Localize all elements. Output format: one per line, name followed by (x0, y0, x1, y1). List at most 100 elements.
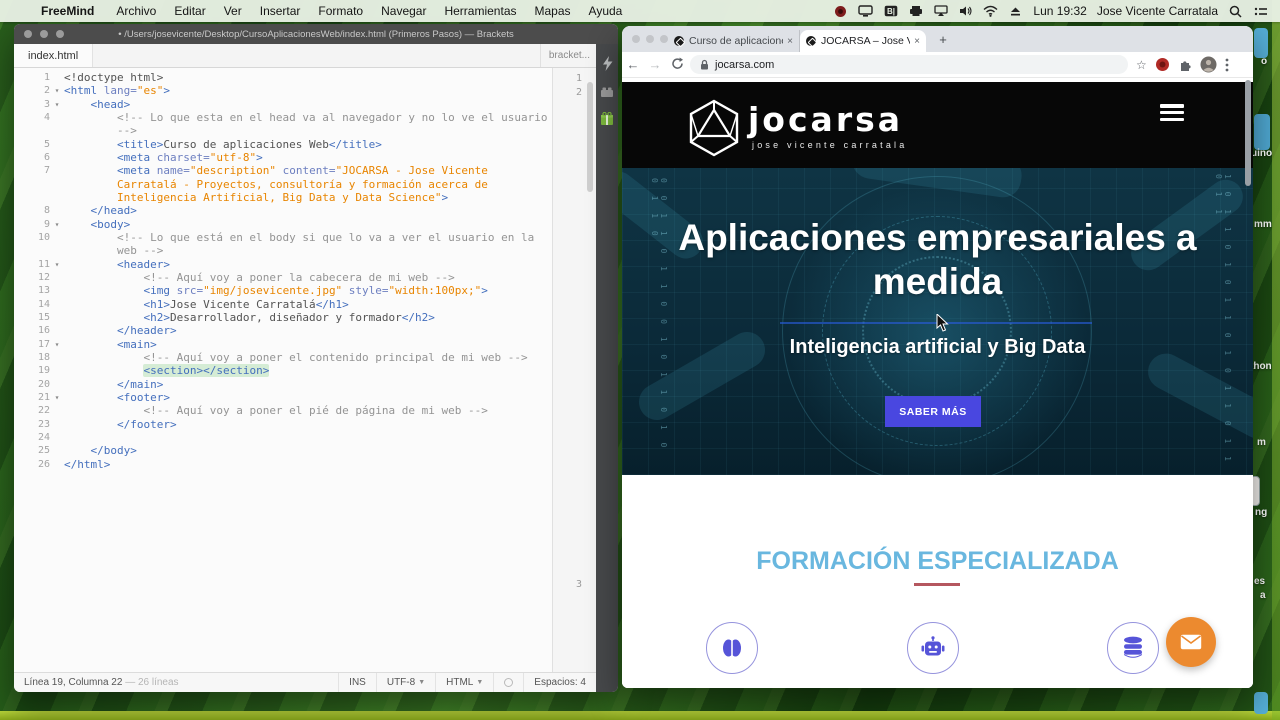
extensions-puzzle-icon[interactable] (1178, 58, 1192, 72)
code-line[interactable]: 2 ▾ <html lang="es"> (14, 84, 552, 97)
spotlight-search-icon[interactable] (1228, 4, 1243, 18)
brackets-titlebar[interactable]: • /Users/josevicente/Desktop/CursoAplica… (14, 24, 618, 44)
code-line[interactable]: web --> (14, 244, 552, 257)
brain-icon (723, 638, 741, 658)
minimize-button[interactable] (646, 35, 654, 43)
feature-brain-circle[interactable] (706, 622, 758, 674)
code-line[interactable]: 9 ▾ <body> (14, 218, 552, 231)
page-scrollbar-thumb[interactable] (1245, 80, 1251, 186)
feature-database-circle[interactable] (1107, 622, 1159, 674)
side-panel-header[interactable]: bracket... (539, 44, 596, 67)
code-line[interactable]: 24 (14, 431, 552, 444)
code-line[interactable]: Carratalá - Proyectos, consultoría y for… (14, 178, 552, 191)
language-selector[interactable]: HTML ▼ (435, 673, 493, 692)
tab-close-icon[interactable]: × (783, 36, 793, 47)
code-line[interactable]: 13 <img src="img/josevicente.jpg" style=… (14, 284, 552, 297)
code-line[interactable]: 10 <!-- Lo que está en el body si que lo… (14, 231, 552, 244)
brand-name[interactable]: jocarsa (748, 100, 903, 139)
menu-ver[interactable]: Ver (215, 4, 251, 18)
code-line[interactable]: 25 </body> (14, 444, 552, 457)
adblock-extension-icon[interactable] (1155, 57, 1170, 72)
freemind-node[interactable] (1254, 114, 1270, 150)
tab-curso-aplicaciones[interactable]: Curso de aplicaciones Web × (668, 30, 800, 52)
code-line[interactable]: 3 ▾ <head> (14, 98, 552, 111)
code-line[interactable]: 21 ▾ <footer> (14, 391, 552, 404)
code-line[interactable]: 17 ▾ <main> (14, 338, 552, 351)
address-bar[interactable]: jocarsa.com (690, 55, 1128, 74)
code-line[interactable]: 19 <section></section> (14, 364, 552, 378)
menu-mapas[interactable]: Mapas (526, 4, 580, 18)
menu-navegar[interactable]: Navegar (372, 4, 435, 18)
code-line[interactable]: 1 <!doctype html> (14, 71, 552, 84)
code-line[interactable]: 7 <meta name="description" content="JOCA… (14, 164, 552, 177)
keyboard-layout-icon[interactable]: B| (883, 4, 898, 18)
menu-bar-user[interactable]: Jose Vicente Carratala (1097, 4, 1218, 18)
side-panel-scrollbar[interactable] (587, 82, 593, 192)
airplay-icon[interactable] (933, 4, 948, 18)
menu-app-name[interactable]: FreeMind (32, 4, 103, 18)
desktop-wallpaper: o uino mm thon m ng es a FreeMind Archivo Editar… (0, 0, 1280, 720)
feature-robot-circle[interactable] (907, 622, 959, 674)
new-tab-button[interactable]: + (934, 30, 952, 48)
eject-icon[interactable] (1008, 4, 1023, 18)
screen-record-icon[interactable] (833, 4, 848, 18)
code-line[interactable]: 8 </head> (14, 204, 552, 217)
freemind-node[interactable] (1254, 28, 1268, 58)
live-preview-icon[interactable] (601, 56, 614, 76)
code-line[interactable]: Inteligencia Artificial, Big Data y Data… (14, 191, 552, 204)
close-button[interactable] (632, 35, 640, 43)
code-line[interactable]: 26 </html> (14, 458, 552, 471)
live-preview-status-icon[interactable] (493, 673, 523, 692)
menu-ayuda[interactable]: Ayuda (580, 4, 632, 18)
back-button[interactable]: ← (622, 57, 644, 72)
code-line[interactable]: --> (14, 124, 552, 137)
menu-herramientas[interactable]: Herramientas (435, 4, 525, 18)
encoding-selector[interactable]: UTF-8 ▼ (375, 673, 435, 692)
reload-button[interactable] (666, 57, 688, 73)
forward-button[interactable]: → (644, 57, 666, 72)
extension-manager-icon[interactable] (600, 85, 614, 103)
code-line[interactable]: 18 <!-- Aquí voy a poner el contenido pr… (14, 351, 552, 364)
display-icon[interactable] (858, 4, 874, 18)
file-tab-index-html[interactable]: index.html (14, 44, 94, 67)
code-line[interactable]: 5 <title>Curso de aplicaciones Web</titl… (14, 138, 552, 151)
bookmark-star-icon[interactable]: ☆ (1136, 58, 1147, 72)
code-line[interactable]: 15 <h2>Desarrollador, diseñador y formad… (14, 311, 552, 324)
tab-favicon (674, 36, 684, 46)
chrome-toolbar: ← → jocarsa.com ☆ (622, 52, 1253, 78)
code-line[interactable]: 6 <meta charset="utf-8"> (14, 151, 552, 164)
code-line[interactable]: 22 <!-- Aquí voy a poner el pié de págin… (14, 404, 552, 417)
freemind-node[interactable] (1254, 692, 1268, 714)
url-text: jocarsa.com (715, 58, 775, 71)
tab-jocarsa-active[interactable]: JOCARSA – Jose Vicente Carra × (800, 30, 926, 52)
code-line[interactable]: 12 <!-- Aquí voy a poner la cabecera de … (14, 271, 552, 284)
zoom-button[interactable] (660, 35, 668, 43)
hamburger-menu-icon[interactable] (1160, 104, 1184, 121)
extension-gift-icon[interactable] (600, 111, 614, 131)
menu-editar[interactable]: Editar (165, 4, 214, 18)
jocarsa-logo-icon[interactable] (686, 98, 742, 158)
wifi-icon[interactable] (983, 4, 998, 18)
saber-mas-button[interactable]: SABER MÁS (885, 396, 981, 427)
notification-center-icon[interactable] (1253, 4, 1268, 18)
profile-avatar[interactable] (1200, 56, 1217, 73)
code-line[interactable]: 23 </footer> (14, 418, 552, 431)
contact-fab-button[interactable] (1166, 617, 1216, 667)
menu-archivo[interactable]: Archivo (107, 4, 165, 18)
insert-mode-indicator[interactable]: INS (338, 673, 376, 692)
tab-close-icon[interactable]: × (910, 36, 920, 47)
menu-bar-clock[interactable]: Lun 19:32 (1033, 4, 1086, 18)
printer-icon[interactable] (908, 4, 923, 18)
code-line[interactable]: 16 </header> (14, 324, 552, 337)
code-editor[interactable]: 1 <!doctype html> 2 ▾ <html lang="es"> 3 ▾ <he… (14, 68, 552, 672)
code-line[interactable]: 11 ▾ <header> (14, 258, 552, 271)
indent-setting[interactable]: Espacios: 4 (523, 673, 596, 692)
menu-insertar[interactable]: Insertar (251, 4, 310, 18)
chrome-menu-icon[interactable] (1225, 58, 1229, 72)
menu-formato[interactable]: Formato (309, 4, 372, 18)
code-line[interactable]: 20 </main> (14, 378, 552, 391)
volume-icon[interactable] (958, 4, 973, 18)
code-line[interactable]: 4 <!-- Lo que esta en el head va al nave… (14, 111, 552, 124)
robot-icon (921, 636, 945, 656)
code-line[interactable]: 14 <h1>Jose Vicente Carratalá</h1> (14, 298, 552, 311)
